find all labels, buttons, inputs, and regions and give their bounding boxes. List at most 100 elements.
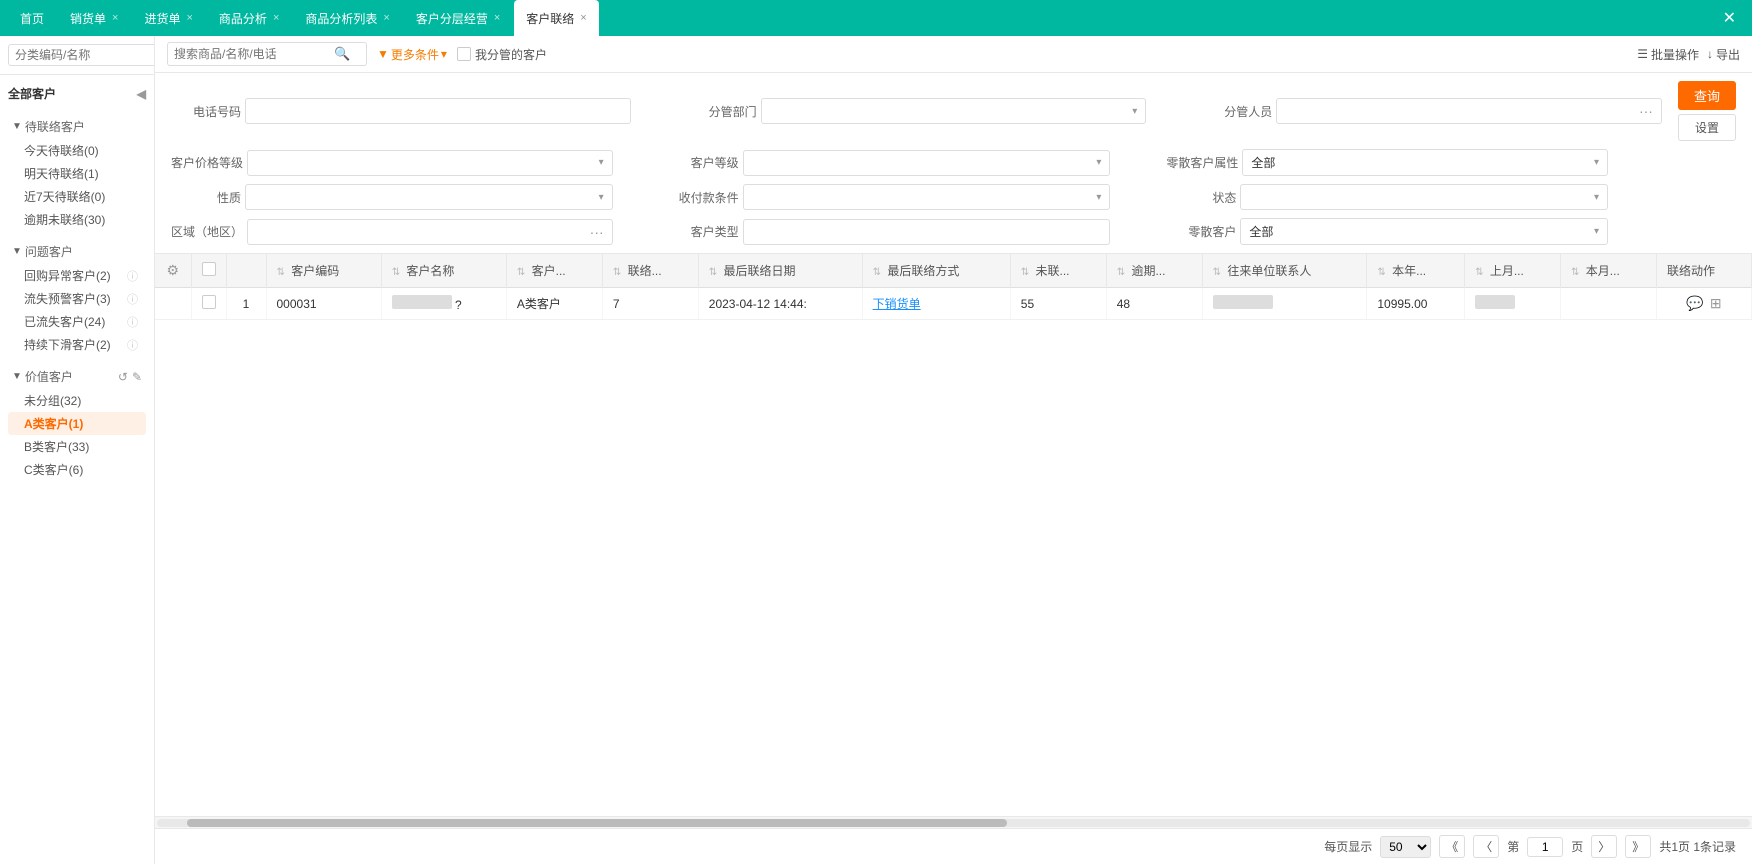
checkbox-icon[interactable] (457, 47, 471, 61)
price-grade-select[interactable]: ▾ (247, 150, 613, 176)
main-search-bar[interactable]: 🔍 (167, 42, 367, 66)
problem-customers-group[interactable]: ▼ 问题客户 (8, 239, 146, 264)
sidebar-item-tomorrow[interactable]: 明天待联络(1) (8, 162, 146, 185)
last-page-button[interactable]: 》 (1625, 835, 1651, 858)
customer-type-input[interactable] (743, 219, 1111, 245)
all-customers-header[interactable]: 全部客户 ◀ (8, 81, 146, 106)
th-this-month[interactable]: ⇅ 本月... (1561, 254, 1657, 288)
sidebar-item-today[interactable]: 今天待联络(0) (8, 139, 146, 162)
dept-label: 分管部门 (687, 103, 757, 120)
refresh-icon[interactable]: ↺ (118, 370, 128, 384)
info-icon[interactable]: ⓘ (127, 291, 138, 307)
message-icon[interactable]: 💬 (1686, 295, 1703, 312)
sidebar-item-7days[interactable]: 近7天待联络(0) (8, 185, 146, 208)
close-icon[interactable]: × (112, 12, 118, 24)
scroll-track[interactable] (157, 819, 1750, 827)
gear-icon[interactable]: ⚙ (166, 262, 179, 278)
export-button[interactable]: ↓ 导出 (1707, 46, 1740, 63)
info-icon[interactable]: ⓘ (127, 337, 138, 353)
more-filter-button[interactable]: ▼ 更多条件 ▾ (377, 46, 447, 63)
sidebar-item-repurchase-abnormal[interactable]: 回购异常客户(2) ⓘ (8, 264, 146, 287)
first-page-button[interactable]: 《 (1439, 835, 1465, 858)
status-select[interactable]: ▾ (1240, 184, 1608, 210)
row-checkbox[interactable] (202, 295, 216, 309)
page-size-select[interactable]: 50 20 100 (1380, 836, 1431, 858)
td-code[interactable]: 000031 (266, 288, 381, 320)
td-check[interactable] (191, 288, 226, 320)
main-search-icon[interactable]: 🔍 (334, 46, 350, 62)
more-options-icon[interactable]: ··· (1639, 103, 1653, 119)
nav-tab-contact[interactable]: 客户联络 × (514, 0, 598, 36)
manager-input[interactable]: ··· (1276, 98, 1662, 124)
region-input[interactable]: ··· (247, 219, 613, 245)
th-this-year[interactable]: ⇅ 本年... (1367, 254, 1465, 288)
th-type[interactable]: ⇅ 客户... (506, 254, 602, 288)
customer-grade-select[interactable]: ▾ (743, 150, 1111, 176)
select-all-checkbox[interactable] (202, 262, 216, 276)
sidebar-item-overdue[interactable]: 逾期未联络(30) (8, 208, 146, 231)
th-unit-contact[interactable]: ⇅ 往来单位联系人 (1202, 254, 1367, 288)
dept-select[interactable]: ▾ (761, 98, 1147, 124)
sidebar-item-churn-warning[interactable]: 流失预警客户(3) ⓘ (8, 287, 146, 310)
nav-tab-analysis-list[interactable]: 商品分析列表 × (293, 0, 401, 36)
payment-select[interactable]: ▾ (743, 184, 1111, 210)
close-icon[interactable]: × (383, 12, 389, 24)
nav-tab-analysis[interactable]: 商品分析 × (207, 0, 291, 36)
more-options-icon[interactable]: ··· (590, 224, 604, 240)
pending-contact-group[interactable]: ▼ 待联络客户 (8, 114, 146, 139)
edit-icon[interactable]: ✎ (132, 370, 142, 384)
phone-input[interactable] (245, 98, 631, 124)
prev-page-button[interactable]: 〈 (1473, 835, 1499, 858)
th-check[interactable] (191, 254, 226, 288)
close-icon[interactable]: × (580, 12, 586, 24)
info-icon[interactable]: ⓘ (127, 268, 138, 284)
sidebar-item-churned[interactable]: 已流失客户(24) ⓘ (8, 310, 146, 333)
qrcode-icon[interactable]: ⊞ (1710, 295, 1722, 312)
sidebar-item-unclassified[interactable]: 未分组(32) (8, 389, 146, 412)
window-close-icon[interactable]: ✕ (1715, 4, 1744, 32)
settings-button[interactable]: 设置 (1678, 114, 1736, 141)
scroll-thumb[interactable] (187, 819, 1007, 827)
sort-icon: ⇅ (873, 267, 881, 278)
td-last-method[interactable]: 下销货单 (862, 288, 1010, 320)
close-icon[interactable]: × (494, 12, 500, 24)
batch-operations-button[interactable]: ☰ 批量操作 (1637, 46, 1699, 63)
sidebar-item-c-class[interactable]: C类客户(6) (8, 458, 146, 481)
sidebar-item-declining[interactable]: 持续下滑客户(2) ⓘ (8, 333, 146, 356)
nature-select[interactable]: ▾ (245, 184, 613, 210)
nav-tab-sales[interactable]: 销货单 × (58, 0, 130, 36)
close-icon[interactable]: × (186, 12, 192, 24)
page-number-input[interactable] (1527, 837, 1563, 857)
region-label: 区域（地区） (171, 223, 243, 240)
th-no-contact[interactable]: ⇅ 未联... (1010, 254, 1106, 288)
collapse-icon[interactable]: ◀ (137, 87, 146, 101)
th-last-method[interactable]: ⇅ 最后联络方式 (862, 254, 1010, 288)
th-contact[interactable]: ⇅ 联络... (602, 254, 698, 288)
main-search-input[interactable] (174, 47, 334, 61)
nav-tab-home[interactable]: 首页 (8, 0, 56, 36)
td-name[interactable]: ? (381, 288, 506, 320)
query-button[interactable]: 查询 (1678, 81, 1736, 110)
close-icon[interactable]: × (273, 12, 279, 24)
data-table-container: ⚙ ⇅ 客户编码 ⇅ 客户名称 (155, 254, 1752, 816)
horizontal-scrollbar[interactable] (155, 816, 1752, 828)
th-name[interactable]: ⇅ 客户名称 (381, 254, 506, 288)
th-overdue[interactable]: ⇅ 逾期... (1106, 254, 1202, 288)
info-icon[interactable]: ⓘ (127, 314, 138, 330)
next-page-button[interactable]: 〉 (1591, 835, 1617, 858)
filter-field-status: 状态 ▾ (1166, 184, 1608, 210)
sidebar-item-a-class[interactable]: A类客户(1) (8, 412, 146, 435)
retail-attr-select[interactable]: 全部 ▾ (1242, 149, 1608, 176)
nav-tab-segmentation[interactable]: 客户分层经营 × (404, 0, 512, 36)
th-gear[interactable]: ⚙ (155, 254, 191, 288)
td-overdue: 48 (1106, 288, 1202, 320)
sidebar-item-b-class[interactable]: B类客户(33) (8, 435, 146, 458)
th-code[interactable]: ⇅ 客户编码 (266, 254, 381, 288)
my-customers-checkbox[interactable]: 我分管的客户 (457, 46, 547, 63)
th-last-date[interactable]: ⇅ 最后联络日期 (698, 254, 862, 288)
retail-select[interactable]: 全部 ▾ (1240, 218, 1608, 245)
sidebar-search-input[interactable] (8, 44, 155, 66)
th-last-month[interactable]: ⇅ 上月... (1465, 254, 1561, 288)
nav-tab-purchase[interactable]: 进货单 × (132, 0, 204, 36)
last-method-link[interactable]: 下销货单 (873, 297, 921, 311)
